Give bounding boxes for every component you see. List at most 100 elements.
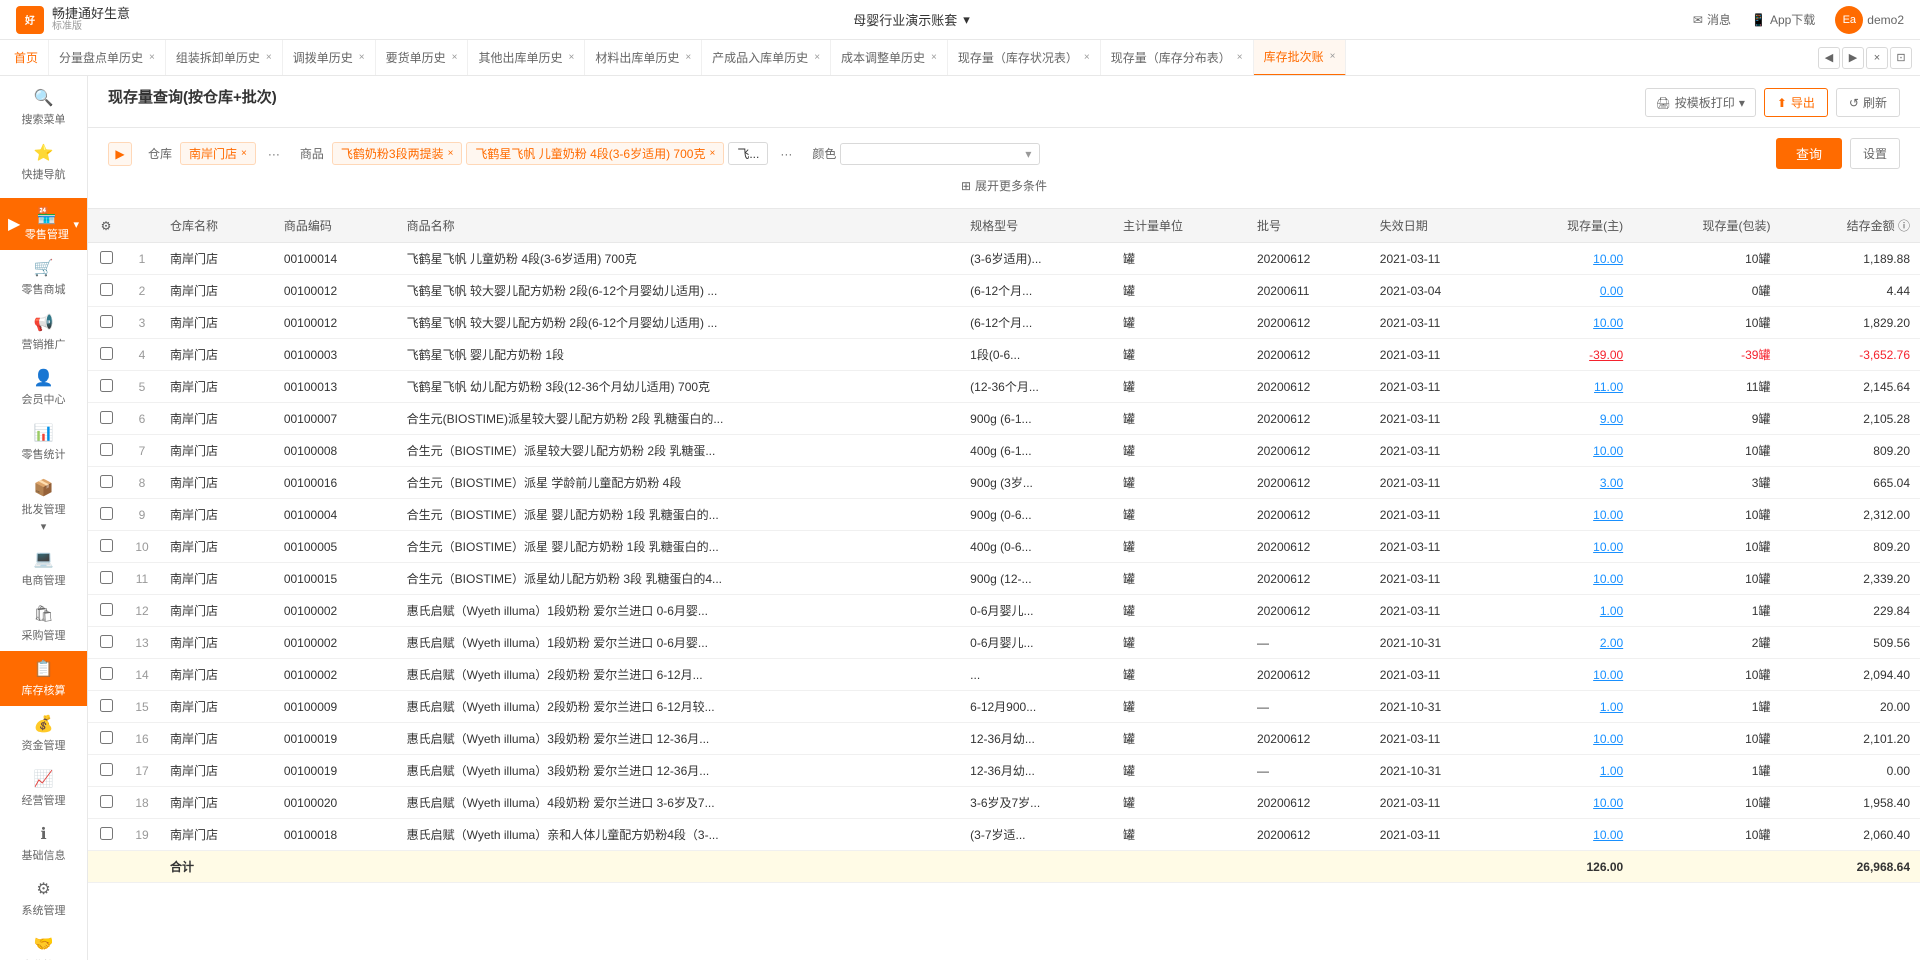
row-qty-main[interactable]: 10.00 [1506, 243, 1633, 275]
tab-cailiao[interactable]: 材料出库单历史 × [585, 40, 702, 76]
sidebar-item-ecommerce[interactable]: 💻 电商管理 [0, 541, 87, 596]
tab-qitachuku[interactable]: 其他出库单历史 × [468, 40, 585, 76]
tab-close-icon[interactable]: × [359, 52, 365, 63]
row-qty-main[interactable]: 10.00 [1506, 499, 1633, 531]
row-checkbox[interactable] [100, 443, 113, 456]
row-checkbox-cell[interactable] [88, 755, 124, 787]
row-checkbox-cell[interactable] [88, 531, 124, 563]
row-qty-main[interactable]: 1.00 [1506, 755, 1633, 787]
sidebar-item-operations[interactable]: 📈 经营管理 [0, 761, 87, 816]
sidebar-item-finance[interactable]: 💰 资金管理 [0, 706, 87, 761]
row-checkbox[interactable] [100, 283, 113, 296]
row-qty-main[interactable]: 3.00 [1506, 467, 1633, 499]
company-selector[interactable]: 母婴行业演示账套 ▾ [853, 10, 970, 29]
row-qty-main[interactable]: 1.00 [1506, 691, 1633, 723]
row-checkbox-cell[interactable] [88, 723, 124, 755]
sidebar-item-enterprise[interactable]: 🤝 企业协同 [0, 926, 87, 960]
sidebar-item-retail-mall[interactable]: 🛒 零售商城 [0, 250, 87, 305]
tab-fenliangpan[interactable]: 分量盘点单历史 × [49, 40, 166, 76]
tab-next-button[interactable]: ▶ [1842, 47, 1864, 69]
row-checkbox-cell[interactable] [88, 499, 124, 531]
row-qty-main[interactable]: 10.00 [1506, 659, 1633, 691]
filter-expand-button[interactable]: ▶ [108, 142, 132, 166]
row-checkbox-cell[interactable] [88, 691, 124, 723]
row-qty-main[interactable]: 11.00 [1506, 371, 1633, 403]
refresh-button[interactable]: ↺ 刷新 [1836, 88, 1900, 117]
row-qty-main[interactable]: 10.00 [1506, 531, 1633, 563]
sidebar-item-marketing[interactable]: 📢 营销推广 [0, 305, 87, 360]
row-checkbox[interactable] [100, 795, 113, 808]
app-download-button[interactable]: 📱 App下载 [1751, 11, 1815, 28]
row-checkbox[interactable] [100, 667, 113, 680]
tab-close-icon[interactable]: × [1237, 52, 1243, 63]
tab-close-icon[interactable]: × [931, 52, 937, 63]
sidebar-item-system[interactable]: ⚙ 系统管理 [0, 871, 87, 926]
tab-close-icon[interactable]: × [685, 52, 691, 63]
tab-xiancunliang1[interactable]: 现存量（库存状况表） × [948, 40, 1101, 76]
tab-close-icon[interactable]: × [1084, 52, 1090, 63]
tab-kucun-active[interactable]: 库存批次账 × [1254, 40, 1347, 76]
tab-close-all-button[interactable]: × [1866, 47, 1888, 69]
tab-close-icon[interactable]: × [568, 52, 574, 63]
message-button[interactable]: ✉ 消息 [1693, 11, 1731, 28]
settings-icon[interactable]: ⚙ [101, 219, 112, 233]
row-checkbox[interactable] [100, 699, 113, 712]
tab-close-icon[interactable]: × [1330, 51, 1336, 62]
expand-more-button[interactable]: ⊞ 展开更多条件 [957, 173, 1051, 198]
row-qty-main[interactable]: 9.00 [1506, 403, 1633, 435]
row-checkbox-cell[interactable] [88, 659, 124, 691]
row-qty-main[interactable]: 10.00 [1506, 819, 1633, 851]
row-checkbox[interactable] [100, 635, 113, 648]
sidebar-item-wholesale[interactable]: 📦 批发管理 ▾ [0, 470, 87, 541]
tab-chanchenpin[interactable]: 产成品入库单历史 × [702, 40, 831, 76]
tab-close-icon[interactable]: × [814, 52, 820, 63]
row-checkbox-cell[interactable] [88, 563, 124, 595]
row-qty-main[interactable]: 10.00 [1506, 307, 1633, 339]
row-checkbox-cell[interactable] [88, 307, 124, 339]
sidebar-item-inventory[interactable]: 📋 库存核算 [0, 651, 87, 706]
row-qty-main[interactable]: 1.00 [1506, 595, 1633, 627]
sidebar-search[interactable]: 🔍 搜索菜单 [0, 80, 87, 135]
row-checkbox[interactable] [100, 379, 113, 392]
row-checkbox-cell[interactable] [88, 275, 124, 307]
row-checkbox-cell[interactable] [88, 595, 124, 627]
row-checkbox[interactable] [100, 411, 113, 424]
user-avatar-area[interactable]: Ea demo2 [1835, 6, 1904, 34]
tab-close-icon[interactable]: × [149, 52, 155, 63]
product-tag-close-icon-2[interactable]: × [709, 148, 715, 159]
row-checkbox[interactable] [100, 475, 113, 488]
warehouse-tag-close-icon[interactable]: × [241, 148, 247, 159]
row-checkbox[interactable] [100, 251, 113, 264]
tab-menu-button[interactable]: ⊡ [1890, 47, 1912, 69]
row-qty-main[interactable]: 2.00 [1506, 627, 1633, 659]
sidebar-shortcuts[interactable]: ⭐ 快捷导航 [0, 135, 87, 190]
tab-diaoBo[interactable]: 调拨单历史 × [283, 40, 376, 76]
col-settings[interactable]: ⚙ [88, 209, 124, 243]
row-qty-main[interactable]: 10.00 [1506, 787, 1633, 819]
row-checkbox-cell[interactable] [88, 787, 124, 819]
row-qty-main[interactable]: 10.00 [1506, 563, 1633, 595]
row-checkbox-cell[interactable] [88, 371, 124, 403]
row-checkbox-cell[interactable] [88, 339, 124, 371]
sidebar-item-members[interactable]: 👤 会员中心 [0, 360, 87, 415]
tab-chenben[interactable]: 成本调整单历史 × [831, 40, 948, 76]
row-checkbox-cell[interactable] [88, 819, 124, 851]
tab-home[interactable]: 首页 [4, 40, 49, 76]
tab-prev-button[interactable]: ◀ [1818, 47, 1840, 69]
template-print-button[interactable]: 🖨 按模板打印 ▾ [1645, 88, 1756, 117]
row-checkbox-cell[interactable] [88, 627, 124, 659]
row-checkbox[interactable] [100, 763, 113, 776]
row-qty-main[interactable]: 10.00 [1506, 435, 1633, 467]
settings-button[interactable]: 设置 [1850, 138, 1900, 169]
export-button[interactable]: ⬆ 导出 [1764, 88, 1828, 117]
sidebar-item-basic-info[interactable]: ℹ 基础信息 [0, 816, 87, 871]
sidebar-item-retail-management[interactable]: ▶ 🏪 零售管理 ▾ [0, 198, 87, 250]
row-qty-main[interactable]: -39.00 [1506, 339, 1633, 371]
product-ellipsis-button[interactable]: ··· [776, 145, 796, 163]
row-checkbox[interactable] [100, 315, 113, 328]
row-checkbox[interactable] [100, 827, 113, 840]
tab-close-icon[interactable]: × [266, 52, 272, 63]
row-checkbox-cell[interactable] [88, 243, 124, 275]
query-button[interactable]: 查询 [1776, 138, 1842, 169]
tab-close-icon[interactable]: × [452, 52, 458, 63]
